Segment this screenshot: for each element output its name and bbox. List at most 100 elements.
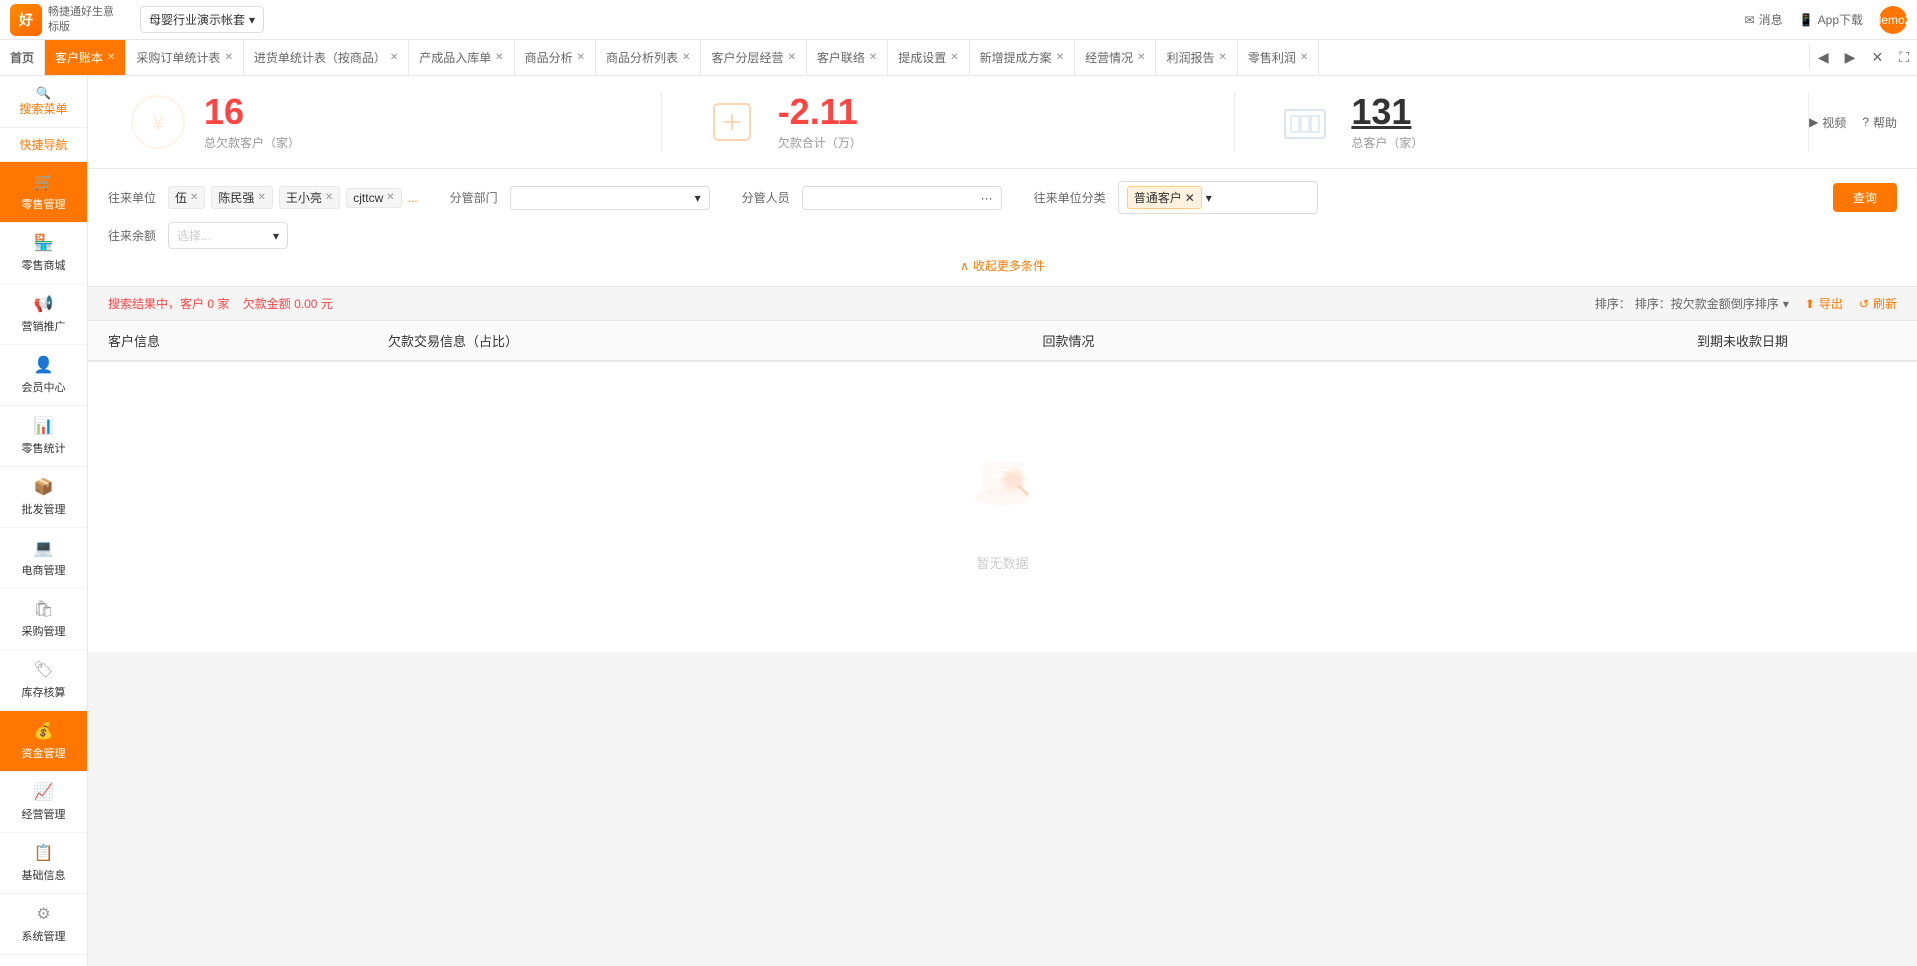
query-button[interactable]: 查询	[1833, 183, 1897, 212]
close-icon[interactable]: ✕	[495, 52, 503, 63]
sidebar-search[interactable]: 🔍 搜索菜单	[0, 76, 87, 128]
app-download-button[interactable]: 📱 App下载	[1799, 11, 1863, 28]
tenant-selector[interactable]: 母婴行业演示帐套 ▾	[140, 6, 264, 33]
category-tag[interactable]: 普通客户 ✕	[1127, 186, 1202, 209]
stat-icon-debtors: ¥	[128, 92, 188, 152]
stat-actions: ▶ 视频 ? 帮助	[1809, 114, 1897, 131]
stat-debt-amount: -2.11 欠款合计（万）	[662, 92, 1236, 152]
tab-retail-profit[interactable]: 零售利润 ✕	[1238, 40, 1319, 76]
batch-icon: 📦	[34, 477, 54, 497]
tab-purchase-order-stats[interactable]: 采购订单统计表 ✕	[126, 40, 243, 76]
sidebar-item-finance[interactable]: 💰 资金管理	[0, 711, 87, 772]
nav-tabs-arrows: ◀ ▶ ✕ ⛶	[1809, 45, 1917, 70]
sort-selector[interactable]: 排序： 排序：按欠款金额倒序排序 ▾	[1595, 295, 1789, 312]
stat-icon-debt	[702, 92, 762, 152]
refresh-button[interactable]: ↺ 刷新	[1859, 295, 1897, 312]
tab-product-instock[interactable]: 产成品入库单 ✕	[409, 40, 514, 76]
close-icon[interactable]: ✕	[787, 52, 795, 63]
tab-commission-settings[interactable]: 提成设置 ✕	[888, 40, 969, 76]
sidebar-item-system[interactable]: ⚙ 系统管理	[0, 894, 87, 955]
balance-filter-label: 往来余额	[108, 227, 156, 244]
close-icon[interactable]: ✕	[257, 192, 265, 203]
filter-tag-cjttcw[interactable]: cjttcw ✕	[346, 188, 401, 208]
tab-customer-tier[interactable]: 客户分层经营 ✕	[701, 40, 806, 76]
sidebar-item-retail-mall[interactable]: 🏪 零售商城	[0, 223, 87, 284]
sidebar-item-batch-management[interactable]: 📦 批发管理	[0, 467, 87, 528]
collapse-button[interactable]: ∧ 收起更多条件	[960, 257, 1045, 274]
sidebar-item-marketing[interactable]: 📢 营销推广	[0, 284, 87, 345]
export-button[interactable]: ⬆ 导出	[1805, 295, 1843, 312]
close-icon[interactable]: ✕	[950, 52, 958, 63]
close-icon[interactable]: ✕	[107, 52, 115, 63]
balance-select[interactable]: 选择... ▾	[168, 222, 288, 249]
quick-nav[interactable]: 快捷导航	[0, 128, 87, 162]
table-header: 客户信息 欠款交易信息（占比） 回款情况 到期未收款日期	[88, 321, 1917, 362]
sidebar-item-enterprise-collab[interactable]: 🤝 企业协同	[0, 955, 87, 966]
logo-icon: 好	[10, 4, 42, 36]
results-bar: 搜索结果中，客户 0 家 欠款金额 0.00 元 排序： 排序：按欠款金额倒序排…	[88, 287, 1917, 321]
tab-maximize-button[interactable]: ⛶	[1891, 45, 1917, 70]
tab-purchase-stats-by-product[interactable]: 进货单统计表（按商品） ✕	[244, 40, 409, 76]
close-icon[interactable]: ✕	[1056, 52, 1064, 63]
sidebar-item-member-center[interactable]: 👤 会员中心	[0, 345, 87, 406]
sidebar-item-inventory[interactable]: 🏷 库存核算	[0, 650, 87, 711]
sidebar-item-retail-management[interactable]: 🛒 零售管理	[0, 162, 87, 223]
chevron-down-icon: ▾	[695, 191, 701, 205]
tab-new-commission[interactable]: 新增提成方案 ✕	[970, 40, 1075, 76]
empty-label: 暂无数据	[976, 553, 1028, 572]
close-icon[interactable]: ✕	[390, 52, 398, 63]
video-button[interactable]: ▶ 视频	[1809, 114, 1846, 131]
tab-product-analysis[interactable]: 商品分析 ✕	[515, 40, 596, 76]
content-area: ¥ 16 总欠款客户（家）	[88, 76, 1917, 966]
person-select[interactable]: ···	[802, 186, 1002, 210]
close-icon[interactable]: ✕	[325, 192, 333, 203]
tab-prev-button[interactable]: ◀	[1810, 45, 1837, 70]
results-text: 搜索结果中，客户 0 家 欠款金额 0.00 元	[108, 295, 333, 312]
retail-icon: 🛒	[34, 172, 54, 192]
close-icon[interactable]: ✕	[1185, 191, 1195, 205]
tab-profit-report[interactable]: 利润报告 ✕	[1156, 40, 1237, 76]
close-icon[interactable]: ✕	[224, 52, 232, 63]
sidebar: 🔍 搜索菜单 快捷导航 🛒 零售管理 🏪 零售商城 📢 营销推广 👤 会员中心	[0, 76, 88, 966]
more-tags-button[interactable]: ...	[408, 191, 418, 205]
more-icon: ···	[981, 191, 993, 205]
close-icon[interactable]: ✕	[386, 192, 394, 203]
tab-customer-ledger[interactable]: 客户账本 ✕	[45, 40, 126, 76]
stat-total-debtors: ¥ 16 总欠款客户（家）	[108, 92, 662, 152]
sidebar-item-purchase[interactable]: 🛍 采购管理	[0, 589, 87, 650]
tab-home[interactable]: 首页	[0, 40, 45, 76]
tab-operations[interactable]: 经营情况 ✕	[1075, 40, 1156, 76]
close-icon[interactable]: ✕	[1300, 52, 1308, 63]
filter-row-1: 往来单位 伍 ✕ 陈民强 ✕ 王小亮	[108, 181, 1897, 214]
sidebar-item-ecommerce[interactable]: 💻 电商管理	[0, 528, 87, 589]
tab-close-all-button[interactable]: ✕	[1863, 45, 1891, 70]
stat-info-customers: 131 总客户（家）	[1351, 94, 1423, 151]
sidebar-item-retail-stats[interactable]: 📊 零售统计	[0, 406, 87, 467]
tab-customer-contact[interactable]: 客户联络 ✕	[807, 40, 888, 76]
results-actions: 排序： 排序：按欠款金额倒序排序 ▾ ⬆ 导出 ↺ 刷新	[1595, 295, 1897, 312]
category-select[interactable]: 普通客户 ✕ ▾	[1118, 181, 1318, 214]
chevron-down-icon: ▾	[1783, 297, 1789, 311]
sidebar-item-operations[interactable]: 📈 经营管理	[0, 772, 87, 833]
sidebar-item-basic-info[interactable]: 📋 基础信息	[0, 833, 87, 894]
help-button[interactable]: ? 帮助	[1862, 114, 1897, 131]
avatar[interactable]: demo2	[1879, 6, 1907, 34]
tab-product-analysis-list[interactable]: 商品分析列表 ✕	[596, 40, 701, 76]
filter-tag-wangxiaoliang[interactable]: 王小亮 ✕	[279, 186, 340, 209]
stats-icon: 📊	[34, 416, 54, 436]
dept-select[interactable]: ▾	[510, 186, 710, 210]
tab-next-button[interactable]: ▶	[1837, 45, 1864, 70]
close-icon[interactable]: ✕	[682, 52, 690, 63]
dept-filter-label: 分管部门	[450, 189, 498, 206]
svg-text:¥: ¥	[151, 113, 164, 135]
close-icon[interactable]: ✕	[1137, 52, 1145, 63]
stat-info-debt: -2.11 欠款合计（万）	[778, 94, 862, 151]
close-icon[interactable]: ✕	[190, 192, 198, 203]
filter-tag-chenminqiang[interactable]: 陈民强 ✕	[211, 186, 272, 209]
stat-total-customers: 131 总客户（家）	[1235, 92, 1809, 152]
message-button[interactable]: ✉ 消息	[1745, 11, 1783, 28]
close-icon[interactable]: ✕	[577, 52, 585, 63]
close-icon[interactable]: ✕	[869, 52, 877, 63]
filter-tag-wu[interactable]: 伍 ✕	[168, 186, 205, 209]
close-icon[interactable]: ✕	[1219, 52, 1227, 63]
